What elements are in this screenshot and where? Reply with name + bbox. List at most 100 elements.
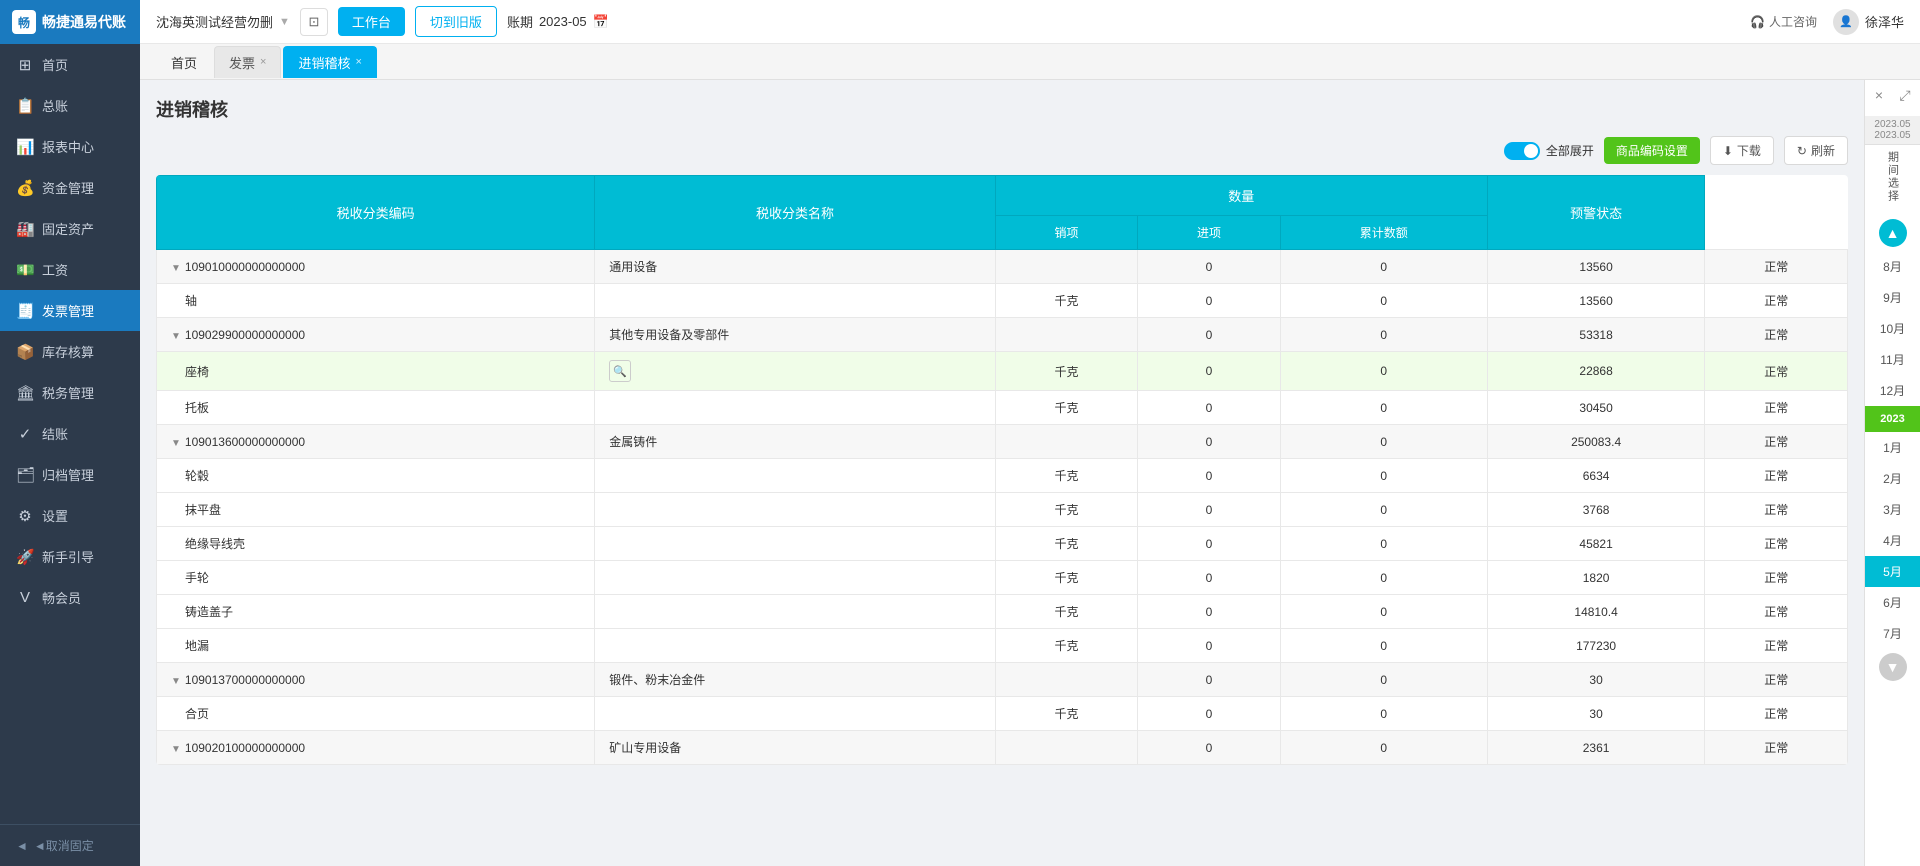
sidebar-item-payroll[interactable]: 💵 工资 [0, 249, 140, 290]
period-month-7[interactable]: 7月 [1865, 618, 1920, 649]
main-content: 沈海英测试经营勿删 ▼ ⊡ 工作台 切到旧版 账期 2023-05 📅 🎧 人工… [140, 0, 1920, 866]
sidebar-item-reports[interactable]: 📊 报表中心 [0, 126, 140, 167]
table-row[interactable]: 绝缘导线壳千克0045821正常 [157, 527, 1848, 561]
period-month-9[interactable]: 9月 [1865, 282, 1920, 313]
sidebar-item-inventory[interactable]: 📦 库存核算 [0, 331, 140, 372]
table-row[interactable]: 座椅🔍千克0022868正常 [157, 352, 1848, 391]
cell-sales: 0 [1138, 663, 1280, 697]
download-button[interactable]: ⬇ 下载 [1710, 136, 1774, 165]
sidebar-item-home[interactable]: ⊞ 首页 [0, 44, 140, 85]
period-month-12[interactable]: 12月 [1865, 375, 1920, 406]
refresh-button[interactable]: ↻ 刷新 [1784, 136, 1848, 165]
sidebar-item-settings[interactable]: ⚙ 设置 [0, 495, 140, 536]
table-row[interactable]: 托板千克0030450正常 [157, 391, 1848, 425]
table-row[interactable]: ▼109020100000000000矿山专用设备002361正常 [157, 731, 1848, 765]
sidebar-item-label: 固定资产 [42, 219, 94, 238]
tab-invoices[interactable]: 发票 × [214, 46, 281, 78]
table-row[interactable]: 抹平盘千克003768正常 [157, 493, 1848, 527]
cell-unit: 千克 [995, 284, 1137, 318]
cell-status: 正常 [1705, 595, 1848, 629]
cell-code: 轮毂 [157, 459, 595, 493]
scroll-down-button[interactable]: ▼ [1879, 653, 1907, 681]
cell-total: 3768 [1487, 493, 1705, 527]
ledger-icon: 📋 [16, 97, 34, 115]
period-month-1[interactable]: 1月 [1865, 432, 1920, 463]
logo-icon: 畅 [12, 10, 36, 34]
table-row[interactable]: ▼109029900000000000其他专用设备及零部件0053318正常 [157, 318, 1848, 352]
table-row[interactable]: 轴千克0013560正常 [157, 284, 1848, 318]
panel-close-button[interactable]: × [1868, 84, 1890, 106]
cell-unit: 千克 [995, 527, 1137, 561]
table-row[interactable]: 合页千克0030正常 [157, 697, 1848, 731]
toggle-track[interactable] [1504, 142, 1540, 160]
workbench-button[interactable]: 工作台 [338, 7, 405, 36]
sidebar-item-ledger[interactable]: 📋 总账 [0, 85, 140, 126]
period-month-11[interactable]: 11月 [1865, 344, 1920, 375]
period-month-2[interactable]: 2月 [1865, 463, 1920, 494]
switch-old-button[interactable]: 切到旧版 [415, 6, 497, 37]
company-selector[interactable]: 沈海英测试经营勿删 ▼ [156, 12, 290, 31]
refresh-label: 刷新 [1811, 142, 1835, 159]
expand-icon[interactable]: ▼ [171, 676, 181, 687]
expand-icon[interactable]: ▼ [171, 744, 181, 755]
sidebar-item-member[interactable]: V 畅会员 [0, 577, 140, 618]
cell-sales: 0 [1138, 697, 1280, 731]
sidebar-nav: ⊞ 首页 📋 总账 📊 报表中心 💰 资金管理 🏭 固定资产 💵 工资 🧾 发票… [0, 44, 140, 824]
cell-purchase: 0 [1280, 663, 1487, 697]
table-row[interactable]: 手轮千克001820正常 [157, 561, 1848, 595]
tab-invoices-close[interactable]: × [260, 56, 266, 68]
table-row[interactable]: 地漏千克00177230正常 [157, 629, 1848, 663]
cell-purchase: 0 [1280, 561, 1487, 595]
scroll-up-button[interactable]: ▲ [1879, 219, 1907, 247]
period-month-8[interactable]: 8月 [1865, 251, 1920, 282]
calendar-icon[interactable]: 📅 [593, 14, 609, 30]
cell-sales: 0 [1138, 250, 1280, 284]
expand-icon[interactable]: ▼ [171, 438, 181, 449]
cell-purchase: 0 [1280, 352, 1487, 391]
period-month-10[interactable]: 10月 [1865, 313, 1920, 344]
reports-icon: 📊 [16, 138, 34, 156]
cell-total: 2361 [1487, 731, 1705, 765]
right-panel: × ⤢ 2023.05 2023.05 期间选择 ▲ 8月 9月 10月 11月… [1864, 80, 1920, 866]
sidebar-unpin-button[interactable]: ◄ ◄取消固定 [0, 824, 140, 866]
sidebar-item-tax[interactable]: 🏛 税务管理 [0, 372, 140, 413]
product-code-setting-button[interactable]: 商品编码设置 [1604, 137, 1700, 164]
tab-reconciliation[interactable]: 进销稽核 × [283, 46, 376, 78]
help-button[interactable]: 🎧 人工咨询 [1750, 13, 1817, 30]
cell-sales: 0 [1138, 595, 1280, 629]
table-row[interactable]: 轮毂千克006634正常 [157, 459, 1848, 493]
cell-sales: 0 [1138, 459, 1280, 493]
user-menu[interactable]: 👤 徐泽华 [1833, 9, 1904, 35]
cell-code: 抹平盘 [157, 493, 595, 527]
table-row[interactable]: 铸造盖子千克0014810.4正常 [157, 595, 1848, 629]
cell-status: 正常 [1705, 527, 1848, 561]
period-month-5[interactable]: 5月 [1865, 556, 1920, 587]
cell-sales: 0 [1138, 391, 1280, 425]
tab-reconciliation-label: 进销稽核 [298, 53, 350, 72]
cell-name [595, 697, 996, 731]
th-total: 累计数额 [1280, 216, 1487, 250]
help-label: 人工咨询 [1769, 13, 1817, 30]
table-row[interactable]: ▼109013600000000000金属铸件00250083.4正常 [157, 425, 1848, 459]
expand-all-toggle[interactable]: 全部展开 [1504, 142, 1594, 160]
table-row[interactable]: ▼109010000000000000通用设备0013560正常 [157, 250, 1848, 284]
period-month-4[interactable]: 4月 [1865, 525, 1920, 556]
sidebar-item-funds[interactable]: 💰 资金管理 [0, 167, 140, 208]
tab-home[interactable]: 首页 [156, 46, 212, 78]
sidebar-item-fixed-assets[interactable]: 🏭 固定资产 [0, 208, 140, 249]
sidebar-item-guide[interactable]: 🚀 新手引导 [0, 536, 140, 577]
sidebar-item-invoices[interactable]: 🧾 发票管理 [0, 290, 140, 331]
logo-text: 畅捷通易代账 [42, 12, 126, 32]
expand-icon[interactable]: ▼ [171, 263, 181, 274]
search-icon[interactable]: 🔍 [609, 360, 631, 382]
expand-icon[interactable]: ▼ [171, 331, 181, 342]
sidebar-item-archive[interactable]: 🗂 归档管理 [0, 454, 140, 495]
save-button[interactable]: ⊡ [300, 8, 328, 36]
tab-reconciliation-close[interactable]: × [355, 56, 361, 68]
panel-expand-button[interactable]: ⤢ [1894, 84, 1916, 106]
period-month-3[interactable]: 3月 [1865, 494, 1920, 525]
sidebar-item-closing[interactable]: ✓ 结账 [0, 413, 140, 454]
cell-status: 正常 [1705, 697, 1848, 731]
period-month-6[interactable]: 6月 [1865, 587, 1920, 618]
table-row[interactable]: ▼109013700000000000锻件、粉末冶金件0030正常 [157, 663, 1848, 697]
